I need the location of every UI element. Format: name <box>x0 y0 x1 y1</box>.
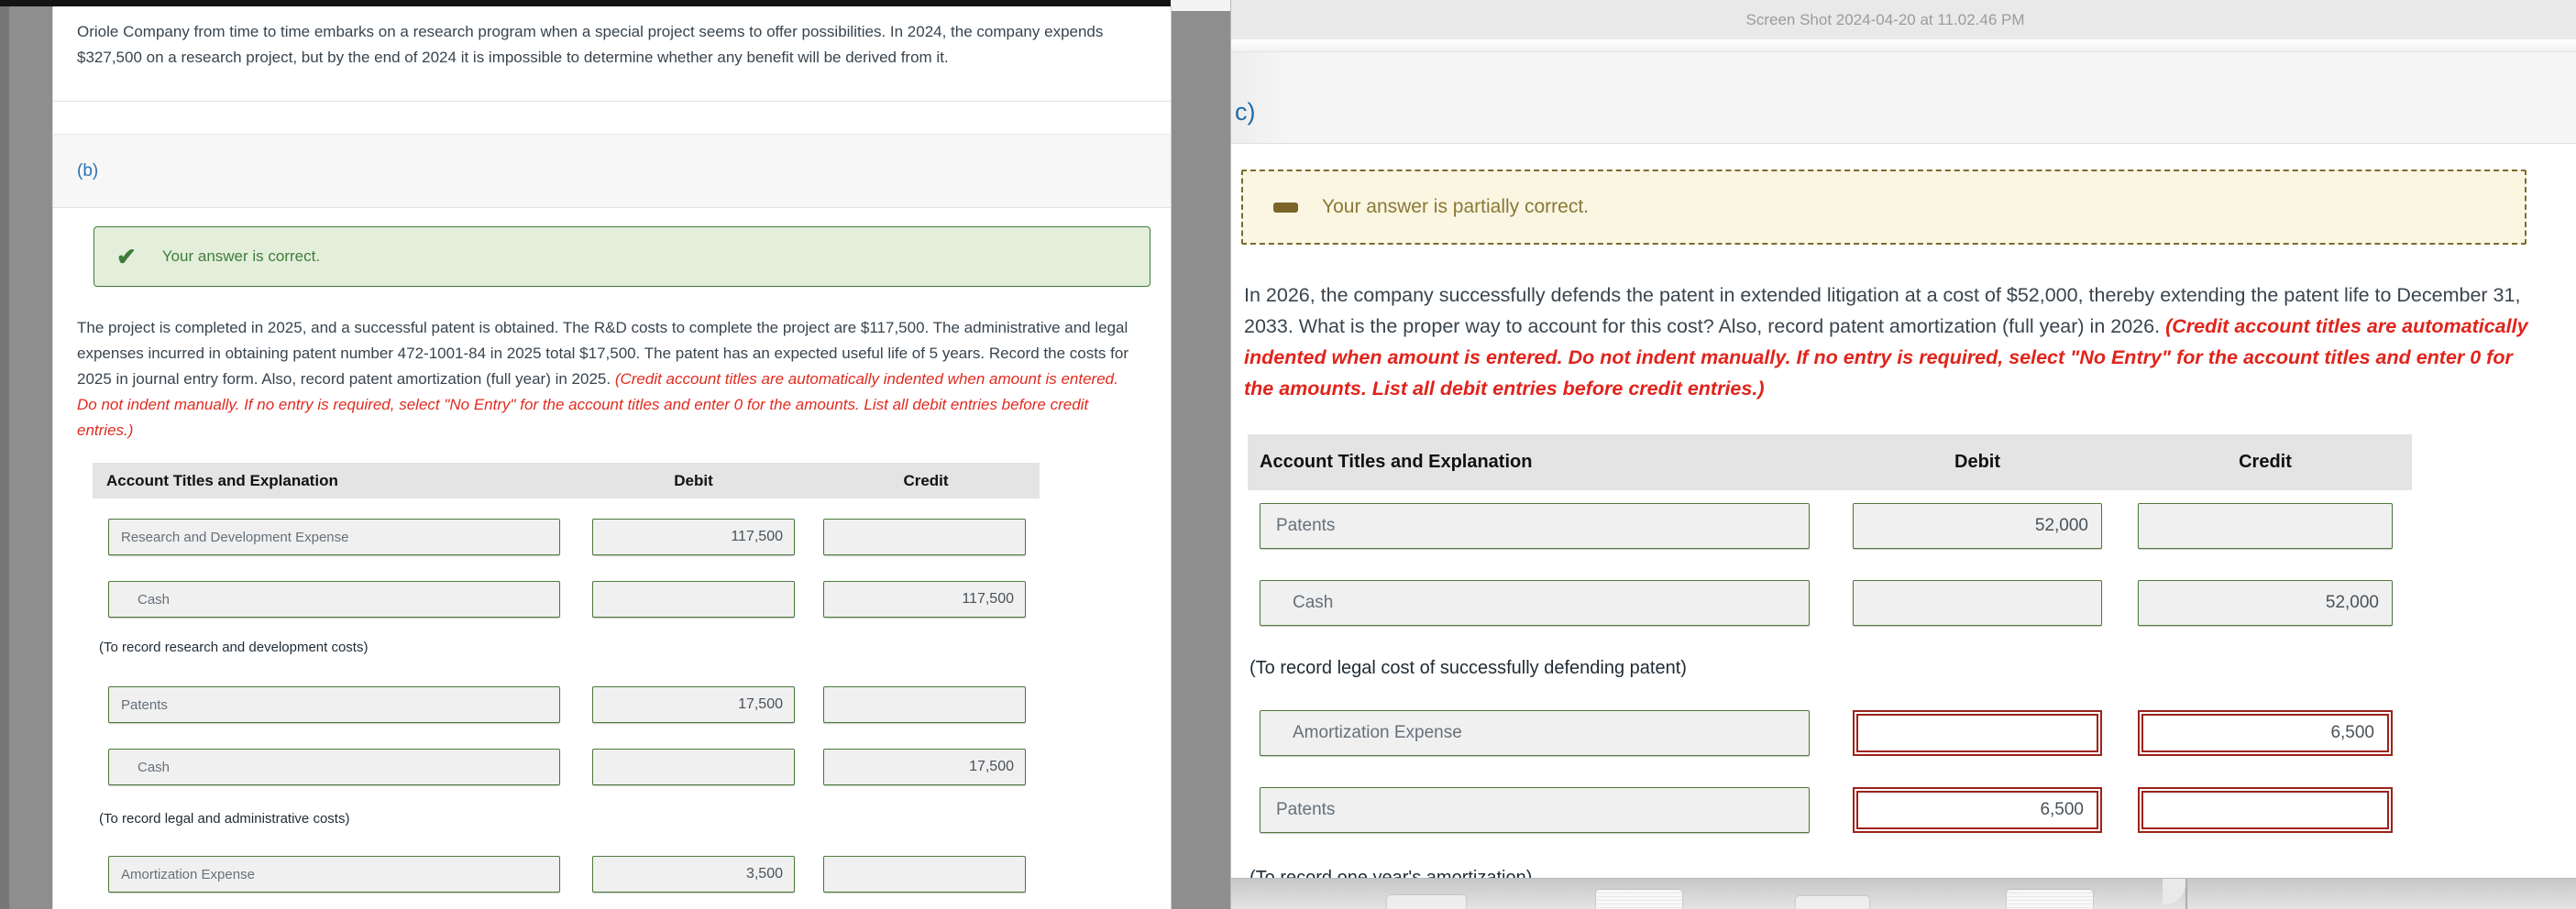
account-title-select[interactable]: Cash <box>1260 580 1810 626</box>
dock-thumbnail[interactable] <box>2007 890 2093 909</box>
account-title-value: Patents <box>121 696 168 713</box>
debit-value: 6,500 <box>2040 800 2084 819</box>
journal-table-c: Account Titles and Explanation Debit Cre… <box>1248 434 2412 888</box>
dock-thumbnail[interactable] <box>1596 890 1682 909</box>
account-title-value: Amortization Expense <box>121 866 255 882</box>
credit-amount-input[interactable]: 17,500 <box>823 749 1026 785</box>
account-title-select[interactable]: Patents <box>108 686 560 723</box>
part-c-problem: In 2026, the company successfully defend… <box>1244 279 2537 404</box>
screenshot-titlebar: Screen Shot 2024-04-20 at 11.02.46 PM <box>1231 0 2576 39</box>
account-title-value: Cash <box>138 591 171 608</box>
correct-answer-banner: ✔ Your answer is correct. <box>94 226 1150 287</box>
account-title-value: Patents <box>1276 516 1336 535</box>
journal-b-row-3: Patents 17,500 <box>93 686 1040 723</box>
journal-c-header-debit: Debit <box>1954 452 2000 472</box>
debit-amount-input[interactable]: 3,500 <box>592 856 795 893</box>
account-title-value: Amortization Expense <box>1293 723 1462 742</box>
journal-c-header-row: Account Titles and Explanation Debit Cre… <box>1248 434 2412 490</box>
account-title-select[interactable]: Research and Development Expense <box>108 519 560 555</box>
debit-value: 3,500 <box>745 866 783 882</box>
journal-c-header-credit: Credit <box>2239 452 2292 472</box>
checkmark-icon: ✔ <box>116 242 137 270</box>
credit-amount-input[interactable] <box>823 856 1026 893</box>
part-b-header: (b) <box>53 134 1171 208</box>
credit-value: 6,500 <box>2330 723 2374 742</box>
debit-amount-input[interactable]: 117,500 <box>592 519 795 555</box>
journal-b-row-1: Research and Development Expense 117,500 <box>93 519 1040 555</box>
account-title-select[interactable]: Amortization Expense <box>108 856 560 893</box>
journal-b-header-credit: Credit <box>903 471 949 489</box>
account-title-select[interactable]: Patents <box>1260 787 1810 833</box>
credit-amount-input-error[interactable]: 6,500 <box>2138 710 2393 756</box>
journal-b-header-row: Account Titles and Explanation Debit Cre… <box>93 463 1040 498</box>
part-b-label: (b) <box>77 160 99 181</box>
journal-b-note-2: (To record legal and administrative cost… <box>99 811 350 827</box>
screenshot-viewer-window: Screen Shot 2024-04-20 at 11.02.46 PM c)… <box>1230 0 2576 909</box>
minus-dash-icon <box>1273 202 1298 213</box>
journal-b-row-5: Amortization Expense 3,500 <box>93 856 1040 893</box>
credit-amount-input[interactable]: 117,500 <box>823 581 1026 618</box>
account-title-value: Research and Development Expense <box>121 529 349 545</box>
journal-c-row-1: Patents 52,000 <box>1248 503 2412 549</box>
account-title-select[interactable]: Amortization Expense <box>1260 710 1810 756</box>
journal-c-row-4: Patents 6,500 <box>1248 787 2412 833</box>
credit-amount-input[interactable] <box>2138 503 2393 549</box>
problem-intro-card: Oriole Company from time to time embarks… <box>53 6 1171 102</box>
browser-top-edge <box>0 0 1171 6</box>
debit-amount-input[interactable]: 17,500 <box>592 686 795 723</box>
credit-amount-input[interactable] <box>823 519 1026 555</box>
dock-thumbnail[interactable] <box>1387 895 1466 909</box>
credit-value: 17,500 <box>969 759 1014 774</box>
journal-b-note-1: (To record research and development cost… <box>99 640 369 655</box>
journal-b-row-4: Cash 17,500 <box>93 749 1040 785</box>
credit-value: 52,000 <box>2325 593 2379 612</box>
debit-amount-input-error[interactable]: 6,500 <box>1853 787 2102 833</box>
journal-b-header-debit: Debit <box>674 471 713 489</box>
desktop-edge <box>0 0 9 909</box>
journal-b-row-2: Cash 117,500 <box>93 581 1040 618</box>
content-top-strip <box>1231 39 2576 52</box>
assignment-panel: Oriole Company from time to time embarks… <box>52 6 1172 909</box>
problem-intro-text: Oriole Company from time to time embarks… <box>77 23 1104 66</box>
partial-answer-text: Your answer is partially correct. <box>1322 196 1590 217</box>
window-gap-notch <box>1171 0 1230 11</box>
debit-value: 117,500 <box>731 529 783 544</box>
credit-value: 117,500 <box>962 591 1014 607</box>
screenshot-title: Screen Shot 2024-04-20 at 11.02.46 PM <box>1745 10 2025 28</box>
account-title-select[interactable]: Patents <box>1260 503 1810 549</box>
part-c-label: c) <box>1235 98 1256 126</box>
window-corner <box>2163 879 2185 904</box>
correct-answer-text: Your answer is correct. <box>161 247 321 265</box>
debit-value: 17,500 <box>738 696 783 712</box>
account-title-select[interactable]: Cash <box>108 581 560 618</box>
journal-c-header-account: Account Titles and Explanation <box>1260 452 1533 472</box>
credit-amount-input[interactable]: 52,000 <box>2138 580 2393 626</box>
part-b-problem: The project is completed in 2025, and a … <box>77 315 1134 444</box>
window-seam <box>2185 879 2187 909</box>
debit-amount-input[interactable] <box>592 749 795 785</box>
debit-amount-input[interactable]: 52,000 <box>1853 503 2102 549</box>
journal-c-row-2: Cash 52,000 <box>1248 580 2412 626</box>
account-title-value: Cash <box>138 759 171 775</box>
account-title-select[interactable]: Cash <box>108 749 560 785</box>
debit-amount-input-error[interactable] <box>1853 710 2102 756</box>
journal-c-row-3: Amortization Expense 6,500 <box>1248 710 2412 756</box>
credit-amount-input[interactable] <box>823 686 1026 723</box>
account-title-value: Patents <box>1276 800 1336 819</box>
debit-value: 52,000 <box>2034 516 2088 535</box>
partial-answer-banner: Your answer is partially correct. <box>1241 170 2526 245</box>
part-c-header: c) <box>1231 52 2576 144</box>
journal-c-note-1: (To record legal cost of successfully de… <box>1249 658 1687 678</box>
debit-amount-input[interactable] <box>1853 580 2102 626</box>
desktop-dock-strip <box>1231 878 2576 909</box>
journal-table-b: Account Titles and Explanation Debit Cre… <box>93 463 1040 893</box>
credit-amount-input-error[interactable] <box>2138 787 2393 833</box>
account-title-value: Cash <box>1293 593 1334 612</box>
journal-b-header-account: Account Titles and Explanation <box>106 471 338 489</box>
dock-thumbnail[interactable] <box>1796 896 1869 909</box>
debit-amount-input[interactable] <box>592 581 795 618</box>
